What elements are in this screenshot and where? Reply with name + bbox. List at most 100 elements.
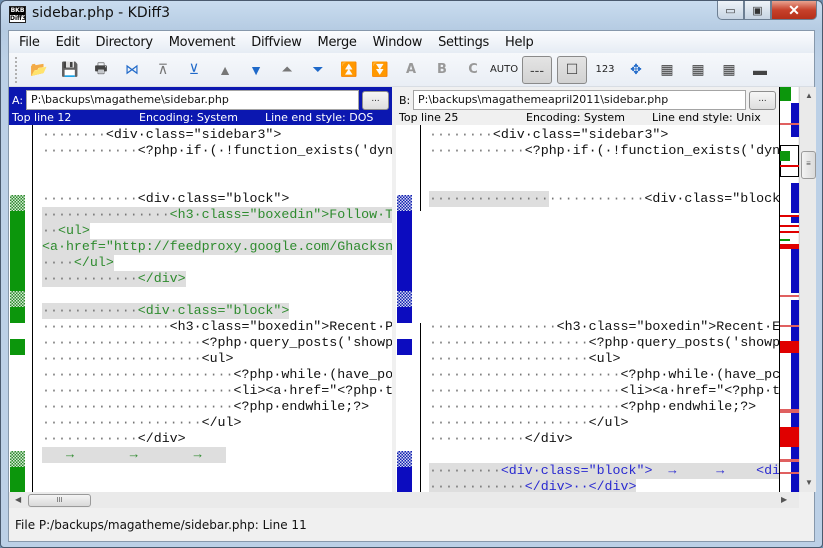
go-bottom-button[interactable]: ⊻ [181, 57, 207, 83]
code-line: ························<?php·while·(hav… [42, 367, 392, 383]
maximize-icon: ▣ [752, 4, 763, 17]
menu-edit[interactable]: Edit [48, 35, 88, 50]
select-c-button[interactable]: C [460, 57, 486, 83]
next-delta-button[interactable]: ▼ [243, 57, 269, 83]
toggle-split-button[interactable]: ▬ [747, 57, 773, 83]
menu-window[interactable]: Window [365, 35, 430, 50]
line-numbers-button[interactable]: 123 [592, 57, 618, 83]
word-wrap-button[interactable]: ✥ [623, 57, 649, 83]
menu-file[interactable]: File [11, 35, 48, 50]
pane-a-browse-button[interactable]: ... [362, 91, 389, 110]
code-text: <ul> [201, 351, 234, 366]
code-line: ················<h3·class="boxedin">Foll… [42, 207, 392, 223]
whitespace-marks: ········ [42, 127, 106, 142]
code-text: <div·class="sidebar3"> [492, 127, 669, 142]
toggle-window-c-button[interactable]: ▦ [716, 57, 742, 83]
code-text: <div·class="block"> [137, 303, 290, 318]
show-whitespace-chars-button[interactable]: --- [522, 55, 552, 84]
horizontal-scroll-thumb[interactable]: III [28, 494, 91, 507]
whitespace-marks: ············ [42, 143, 138, 158]
next-unsolved-icon: ⏬ [371, 61, 389, 77]
pane-a-path-input[interactable]: P:\backups\magatheme\sidebar.php [26, 90, 359, 110]
pane-b-browse-button[interactable]: ... [749, 91, 776, 110]
pane-b-path-input[interactable]: P:\backups\magathemeapril2011\sidebar.ph… [413, 90, 746, 110]
menu-help[interactable]: Help [497, 35, 541, 50]
close-button[interactable]: ✕ [771, 1, 817, 20]
code-text: <div·class="block [644, 191, 779, 206]
code-line: ························<?php·while·(hav… [429, 367, 779, 383]
code-line: ····················</ul> [429, 415, 629, 431]
prev-unsolved-button[interactable]: ⏫ [336, 57, 362, 83]
minimize-button[interactable]: ▭ [717, 1, 744, 20]
code-line: ····················<ul> [42, 351, 234, 367]
scroll-left-icon[interactable]: ◀ [15, 495, 21, 504]
toggle-window-a-button[interactable]: ▦ [654, 57, 680, 83]
code-text: <li><a·href="<?php·t [620, 383, 779, 398]
client-area: File Edit Directory Movement Diffview Merge Wi… [8, 30, 816, 542]
code-text: <h3·class="boxedin">Follow·T [169, 207, 392, 222]
select-c-icon: C [468, 62, 478, 77]
prev-conflict-icon: ⏶ [281, 61, 293, 77]
kdiff3-window: BKB Diff3 sidebar.php - KDiff3 ▭ ▣ ✕ Fil… [0, 0, 823, 548]
next-unsolved-button[interactable]: ⏬ [367, 57, 393, 83]
code-line: ········<div·class="sidebar3"> [429, 127, 668, 143]
print-button[interactable]: 🖶 [88, 57, 114, 83]
prev-delta-icon: ▲ [218, 61, 232, 78]
prev-conflict-button[interactable]: ⏶ [274, 57, 300, 83]
code-text: → → → [42, 447, 226, 462]
show-whitespace-chars-icon: --- [530, 61, 544, 78]
pane-b-code[interactable]: ········<div·class="sidebar3"> ··········… [396, 125, 779, 492]
code-text: <a·href="http://feedproxy.google.com/Gha… [42, 239, 392, 254]
whitespace-marks: ············ [42, 431, 138, 446]
app-icon: BKB Diff3 [9, 6, 27, 23]
save-button[interactable]: 💾 [57, 57, 83, 83]
status-bar-text: File P:/backups/magatheme/sidebar.php: L… [15, 518, 307, 532]
go-top-button[interactable]: ⊼ [150, 57, 176, 83]
menu-merge[interactable]: Merge [310, 35, 365, 50]
code-text: <?php·endwhile;?> [620, 399, 757, 414]
menu-diffview[interactable]: Diffview [243, 35, 309, 50]
vertical-scroll-thumb[interactable]: ≡ [801, 151, 816, 179]
code-text: <li><a·href="<?php·t [233, 383, 392, 398]
whitespace-marks: ···················· [429, 415, 589, 430]
pane-a-top-line: Top line 12 [12, 111, 72, 124]
toggle-window-b-button[interactable]: ▦ [685, 57, 711, 83]
scroll-right-icon[interactable]: ▶ [781, 495, 787, 504]
whitespace-marks: ···················· [429, 351, 589, 366]
select-b-button[interactable]: B [429, 57, 455, 83]
next-delta-icon: ▼ [249, 61, 263, 78]
diff-overview-bar[interactable] [779, 87, 799, 500]
whitespace-marks: ··························· [429, 191, 645, 206]
pane-a-code[interactable]: ········<div·class="sidebar3"> ··········… [9, 125, 392, 492]
code-line: ····················<?php·query_posts('s… [42, 335, 392, 351]
go-current-button[interactable]: ⋈ [119, 57, 145, 83]
maximize-button[interactable]: ▣ [744, 1, 771, 20]
open-button[interactable]: 📂 [26, 57, 52, 83]
show-whitespace-button[interactable]: ☐ [557, 55, 587, 84]
select-a-button[interactable]: A [398, 57, 424, 83]
scroll-down-icon[interactable]: ▼ [805, 478, 813, 487]
whitespace-marks: ························ [42, 399, 234, 414]
select-b-icon: B [437, 62, 447, 77]
scroll-up-icon[interactable]: ▲ [805, 91, 813, 100]
horizontal-scrollbar[interactable]: ◀ III ▶ [9, 492, 799, 508]
toolbar-grip[interactable] [15, 56, 18, 83]
whitespace-marks: ························ [42, 367, 234, 382]
open-icon: 📂 [30, 61, 48, 77]
vertical-scrollbar[interactable]: ▲ ≡ ▼ [799, 87, 816, 492]
whitespace-marks: ···· [42, 255, 74, 270]
code-text: <?php·query_posts('showp [588, 335, 779, 350]
auto-advance-button[interactable]: AUTO [490, 57, 518, 83]
code-line: <a·href="http://feedproxy.google.com/Gha… [42, 239, 392, 255]
prev-delta-button[interactable]: ▲ [212, 57, 238, 83]
menu-directory[interactable]: Directory [88, 35, 161, 50]
code-text: </div>··</div> [524, 479, 637, 492]
pane-a-label: A: [12, 94, 24, 107]
menu-settings[interactable]: Settings [430, 35, 497, 50]
menu-movement[interactable]: Movement [161, 35, 243, 50]
toolbar: 📂 💾 🖶 ⋈ ⊼ ⊻ ▲ ▼ ⏶ ⏷ ⏫ ⏬ A B C AUTO --- ☐ 123 ✥ ▦ ▦ ▦ ▬ [9, 53, 814, 87]
code-line: ············<div·class="block"> [42, 303, 290, 319]
whitespace-marks: ············ [429, 143, 525, 158]
next-conflict-button[interactable]: ⏷ [305, 57, 331, 83]
code-line: ····</ul> [42, 255, 114, 271]
